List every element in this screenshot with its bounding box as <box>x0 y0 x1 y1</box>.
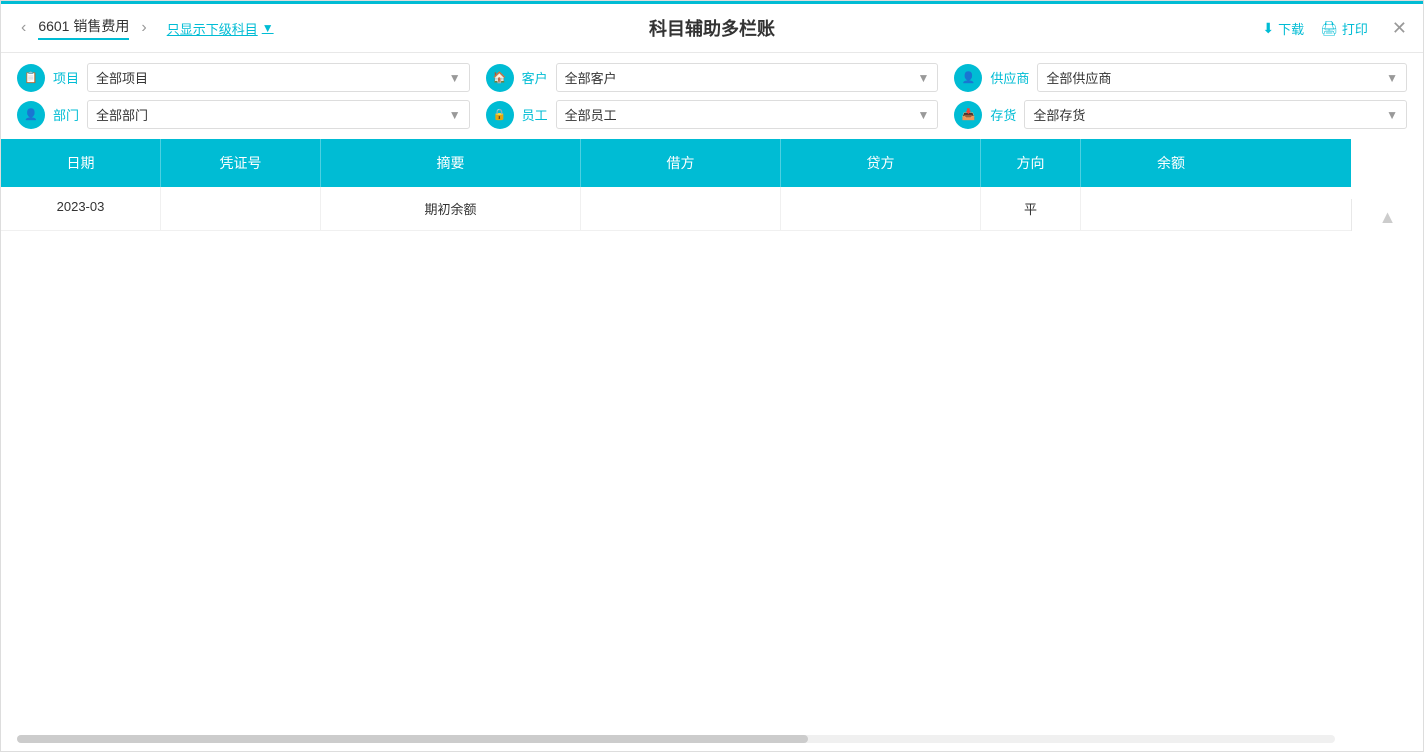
col-credit: 贷方 <box>781 139 981 187</box>
customer-dropdown-icon: ▼ <box>917 71 929 85</box>
cell-direction: 平 <box>981 187 1081 230</box>
cell-balance <box>1081 187 1261 230</box>
supplier-select[interactable]: 全部供应商 ▼ <box>1037 63 1407 92</box>
timeline-up-button[interactable]: ▲ <box>1375 203 1401 231</box>
customer-select[interactable]: 全部客户 ▼ <box>556 63 939 92</box>
project-dropdown-icon: ▼ <box>449 71 461 85</box>
supplier-value: 全部供应商 <box>1046 68 1386 87</box>
print-button[interactable]: 🖨 打印 <box>1320 19 1368 38</box>
customer-value: 全部客户 <box>565 68 918 87</box>
col-date: 日期 <box>1 139 161 187</box>
filter-employee-row: 🔒 员工 全部员工 ▼ <box>486 100 939 129</box>
table-body: 2023-03 期初余额 平 <box>1 187 1351 231</box>
show-sub-toggle[interactable]: 只显示下级科目 ▼ <box>167 19 274 38</box>
employee-icon: 🔒 <box>486 101 514 129</box>
print-icon: 🖨 <box>1320 20 1338 37</box>
next-account-button[interactable]: › <box>137 17 150 39</box>
cell-summary: 期初余额 <box>321 187 581 230</box>
cell-date: 2023-03 <box>1 187 161 230</box>
department-dropdown-icon: ▼ <box>449 108 461 122</box>
department-select[interactable]: 全部部门 ▼ <box>87 100 470 129</box>
col-direction: 方向 <box>981 139 1081 187</box>
download-icon: ⬇ <box>1262 20 1274 37</box>
print-label: 打印 <box>1342 19 1368 38</box>
col-voucher: 凭证号 <box>161 139 321 187</box>
project-label: 项目 <box>53 68 79 87</box>
main-window: ‹ 6601 销售费用 › 只显示下级科目 ▼ 科目辅助多栏账 ⬇ 下载 🖨 打… <box>0 0 1424 752</box>
account-code-name: 6601 销售费用 <box>38 16 129 40</box>
inventory-label: 存货 <box>990 105 1016 124</box>
employee-select[interactable]: 全部员工 ▼ <box>556 100 939 129</box>
supplier-dropdown-icon: ▼ <box>1386 71 1398 85</box>
department-value: 全部部门 <box>96 105 449 124</box>
project-value: 全部项目 <box>96 68 449 87</box>
department-icon: 👤 <box>17 101 45 129</box>
col-summary: 摘要 <box>321 139 581 187</box>
inventory-icon: 📥 <box>954 101 982 129</box>
supplier-icon: 👤 <box>954 64 982 92</box>
customer-icon: 🏠 <box>486 64 514 92</box>
prev-account-button[interactable]: ‹ <box>17 17 30 39</box>
filter-inventory-row: 📥 存货 全部存货 ▼ <box>954 100 1407 129</box>
scrollbar-track[interactable] <box>17 735 1335 743</box>
download-label: 下载 <box>1278 19 1304 38</box>
employee-dropdown-icon: ▼ <box>917 108 929 122</box>
header-actions: ⬇ 下载 🖨 打印 ✕ <box>1262 18 1407 39</box>
filter-department-row: 👤 部门 全部部门 ▼ <box>17 100 470 129</box>
customer-label: 客户 <box>522 68 548 87</box>
inventory-value: 全部存货 <box>1033 105 1386 124</box>
show-sub-arrow-icon: ▼ <box>262 21 274 35</box>
project-select[interactable]: 全部项目 ▼ <box>87 63 470 92</box>
table-area: 日期 凭证号 摘要 借方 贷方 方向 余额 2023-03 期初余额 平 <box>1 139 1351 231</box>
supplier-label: 供应商 <box>990 68 1029 87</box>
employee-label: 员工 <box>522 105 548 124</box>
cell-debit <box>581 187 781 230</box>
page-title: 科目辅助多栏账 <box>649 15 775 41</box>
department-label: 部门 <box>53 105 79 124</box>
cell-voucher <box>161 187 321 230</box>
col-balance: 余额 <box>1081 139 1261 187</box>
scrollbar-thumb[interactable] <box>17 735 808 743</box>
filter-customer-row: 🏠 客户 全部客户 ▼ <box>486 63 939 92</box>
table-header: 日期 凭证号 摘要 借方 贷方 方向 余额 <box>1 139 1351 187</box>
table-row: 2023-03 期初余额 平 <box>1 187 1351 231</box>
account-nav: ‹ 6601 销售费用 › <box>17 16 151 40</box>
filter-project-row: 📋 项目 全部项目 ▼ <box>17 63 470 92</box>
inventory-select[interactable]: 全部存货 ▼ <box>1024 100 1407 129</box>
col-debit: 借方 <box>581 139 781 187</box>
download-button[interactable]: ⬇ 下载 <box>1262 19 1304 38</box>
employee-value: 全部员工 <box>565 105 918 124</box>
close-button[interactable]: ✕ <box>1392 18 1407 39</box>
inventory-dropdown-icon: ▼ <box>1386 108 1398 122</box>
content-area: 日期 凭证号 摘要 借方 贷方 方向 余额 2023-03 期初余额 平 <box>1 139 1423 231</box>
horizontal-scrollbar-area <box>1 731 1351 747</box>
show-sub-label: 只显示下级科目 <box>167 19 258 38</box>
timeline-panel: ▲ 2023.03 2023.03 4月 5月 6月 7月 8月 9月 10月 … <box>1351 199 1423 231</box>
filter-supplier-row: 👤 供应商 全部供应商 ▼ <box>954 63 1407 92</box>
header-bar: ‹ 6601 销售费用 › 只显示下级科目 ▼ 科目辅助多栏账 ⬇ 下载 🖨 打… <box>1 4 1423 53</box>
cell-credit <box>781 187 981 230</box>
filter-area: 📋 项目 全部项目 ▼ 🏠 客户 全部客户 ▼ 👤 供应商 全部供应商 ▼ <box>1 53 1423 139</box>
project-icon: 📋 <box>17 64 45 92</box>
